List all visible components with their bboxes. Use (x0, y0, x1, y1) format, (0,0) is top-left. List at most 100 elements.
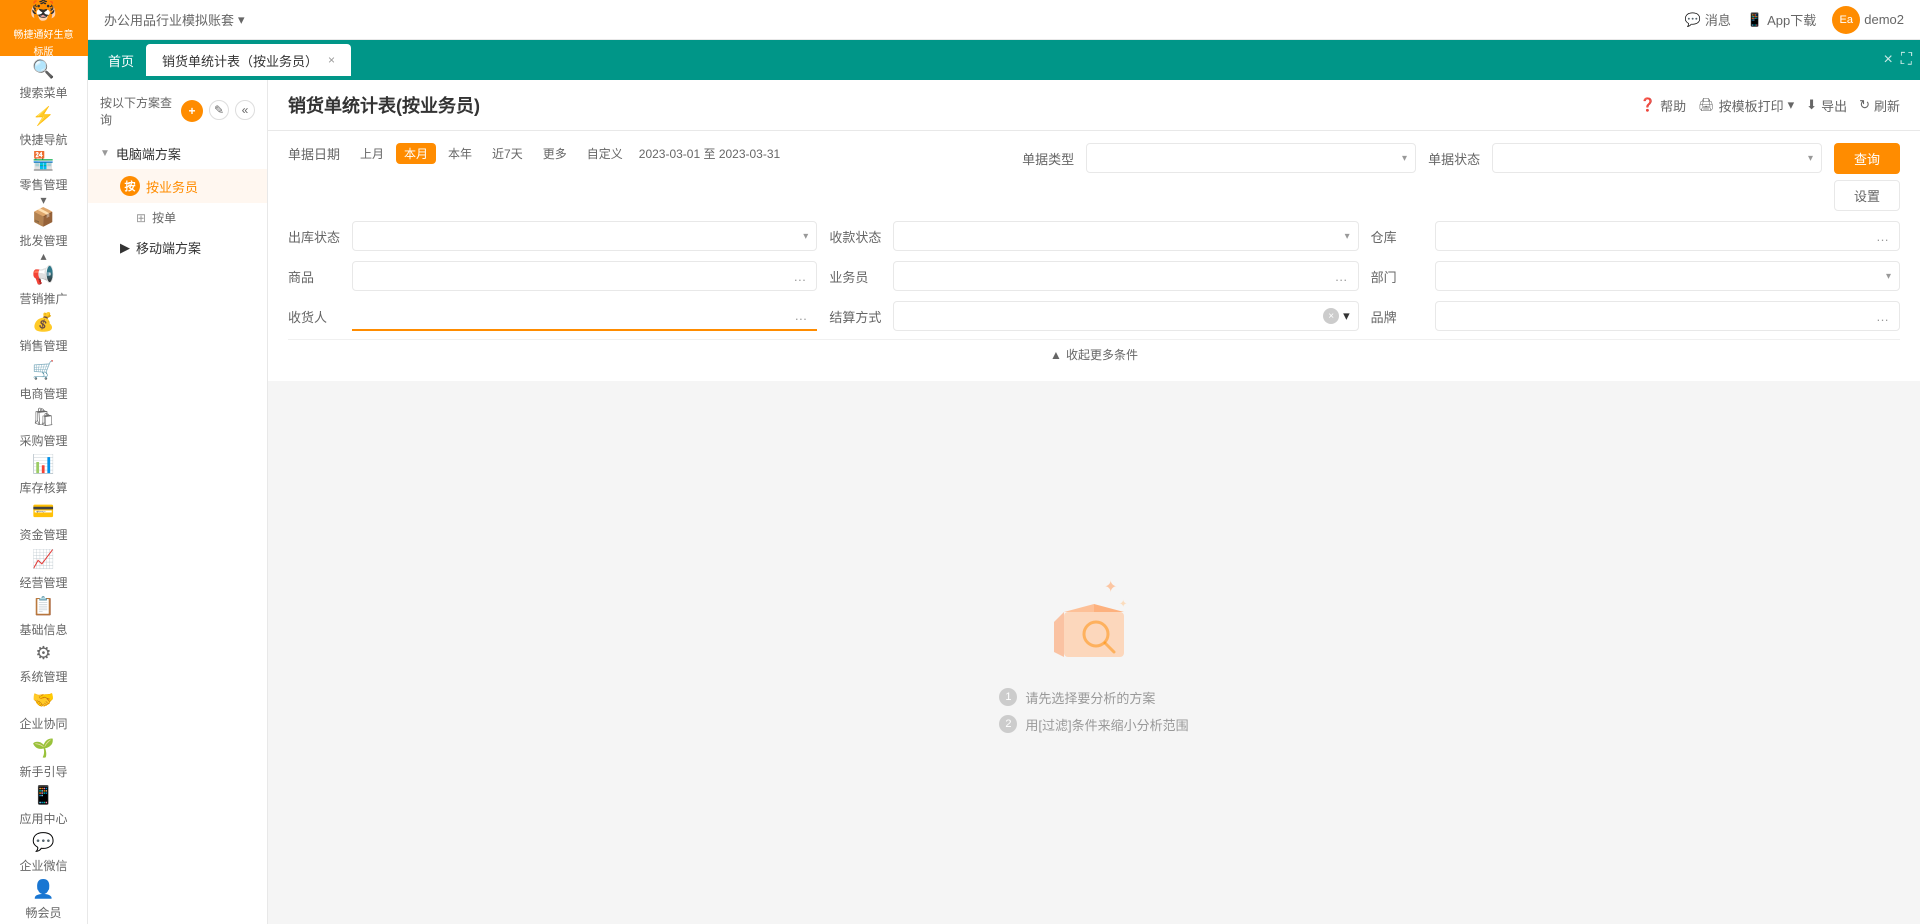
set-btn[interactable]: 设置 (1834, 180, 1900, 211)
app-download-btn[interactable]: 📱 App下载 (1747, 10, 1816, 29)
tab-bar: 首页 销货单统计表（按业务员） × × ⛶ (88, 40, 1920, 80)
sidebar-item-label: 电商管理 (19, 385, 67, 402)
sidebar-item-system[interactable]: ⚙ 系统管理 (0, 641, 88, 688)
left-panel-title: 按以下方案查询 (100, 94, 181, 128)
member-icon: 👤 (32, 879, 54, 900)
user-area[interactable]: Ea demo2 (1832, 6, 1904, 34)
custom-btn[interactable]: 自定义 (579, 143, 631, 164)
doc-type-select[interactable]: ▾ (1086, 143, 1416, 173)
sidebar-item-label: 基础信息 (19, 621, 67, 638)
svg-text:✦: ✦ (1119, 599, 1127, 610)
sidebar-item-newbie[interactable]: 🌱 新手引导 (0, 735, 88, 782)
this-month-btn[interactable]: 本月 (396, 143, 436, 164)
marketing-icon: 📢 (32, 265, 54, 286)
edit-scheme-btn[interactable]: ✎ (209, 100, 229, 120)
sidebar-item-label: 采购管理 (19, 432, 67, 449)
last-month-btn[interactable]: 上月 (352, 143, 392, 164)
page-title-row: 销货单统计表(按业务员) ❓ 帮助 🖨 按模板打印 ▾ ⬇ (288, 92, 1900, 118)
breadcrumb-area: 办公用品行业模拟账套 ▾ (104, 10, 245, 29)
sidebar-item-wholesale[interactable]: 📦 批发管理 ▴ (0, 207, 88, 263)
mobile-scheme-group[interactable]: ▶ 移动端方案 (88, 232, 267, 263)
tab-close-btn[interactable]: × (328, 53, 335, 67)
print-btn[interactable]: 🖨 按模板打印 ▾ (1698, 96, 1794, 115)
product-label: 商品 (288, 267, 344, 286)
sidebar-item-marketing[interactable]: 📢 营销推广 (0, 263, 88, 310)
receiver-label: 收货人 (288, 307, 344, 326)
settlement-clear-btn[interactable]: × (1323, 308, 1339, 324)
salesperson-scheme-item[interactable]: 按 按业务员 (88, 169, 267, 203)
sidebar-item-wechat[interactable]: 💬 企业微信 (0, 830, 88, 877)
refresh-btn[interactable]: ↻ 刷新 (1859, 96, 1900, 115)
breadcrumb-text: 办公用品行业模拟账套 (104, 10, 234, 29)
add-scheme-btn[interactable]: + (181, 100, 203, 122)
last7-btn[interactable]: 近7天 (484, 143, 531, 164)
payment-status-select[interactable]: ▾ (893, 221, 1358, 251)
active-tab-label: 销货单统计表（按业务员） (162, 51, 318, 70)
logo-icon: 🐯 (30, 0, 57, 24)
doc-status-select[interactable]: ▾ (1492, 143, 1822, 173)
print-arrow: ▾ (1788, 97, 1795, 113)
sidebar-item-basics[interactable]: 📋 基础信息 (0, 593, 88, 640)
left-panel-actions: + ✎ « (181, 100, 255, 122)
collapse-bar[interactable]: ▲ 收起更多条件 (288, 339, 1900, 369)
more-btn[interactable]: 更多 (535, 143, 575, 164)
payment-status-arrow: ▾ (1345, 231, 1350, 242)
empty-hints: 1 请先选择要分析的方案 2 用[过滤]条件来缩小分析范围 (999, 688, 1188, 734)
by-order-sub-item[interactable]: ⊞ 按单 (88, 203, 267, 232)
collapse-icon: ▲ (1050, 348, 1062, 362)
sidebar-item-label: 销售管理 (19, 337, 67, 354)
finance-icon: 💳 (32, 501, 54, 522)
this-year-btn[interactable]: 本年 (440, 143, 480, 164)
sidebar-item-search[interactable]: 🔍 搜索菜单 (0, 56, 88, 103)
salesperson-label: 业务员 (829, 267, 885, 286)
sidebar-item-business[interactable]: 📈 经营管理 (0, 546, 88, 593)
business-icon: 📈 (32, 549, 54, 570)
help-btn[interactable]: ❓ 帮助 (1640, 96, 1686, 115)
sidebar-item-apps[interactable]: 📱 应用中心 (0, 782, 88, 829)
sidebar-item-label: 批发管理 (19, 232, 67, 249)
brand-label: 品牌 (1371, 307, 1427, 326)
msg-btn[interactable]: 💬 消息 (1685, 10, 1731, 29)
sidebar-item-finance[interactable]: 💳 资金管理 (0, 499, 88, 546)
settlement-select[interactable]: × ▾ (893, 301, 1358, 331)
sidebar-item-purchase[interactable]: 🛍 采购管理 (0, 404, 88, 451)
main-content: ✦ ✦ 1 请先选择要分析的方案 2 (268, 381, 1920, 924)
fullscreen-btn[interactable]: ⛶ (1901, 51, 1912, 69)
sidebar-logo[interactable]: 🐯 畅捷通好生意 标版 (0, 0, 88, 56)
receiver-dots: … (794, 308, 809, 323)
sidebar-item-sales[interactable]: 💰 销售管理 (0, 310, 88, 357)
tab-active[interactable]: 销货单统计表（按业务员） × (146, 44, 351, 76)
empty-state: ✦ ✦ 1 请先选择要分析的方案 2 (999, 572, 1188, 734)
export-btn[interactable]: ⬇ 导出 (1806, 96, 1847, 115)
brand-select[interactable]: … (1435, 301, 1900, 331)
collapse-panel-btn[interactable]: « (235, 100, 255, 120)
sidebar-item-quick-nav[interactable]: ⚡ 快捷导航 (0, 103, 88, 150)
dept-select[interactable]: ▾ (1435, 261, 1900, 291)
msg-label: 消息 (1705, 10, 1731, 29)
sidebar-item-collab[interactable]: 🤝 企业协同 (0, 688, 88, 735)
empty-hint-2: 2 用[过滤]条件来缩小分析范围 (999, 715, 1188, 734)
product-dots: … (793, 269, 808, 284)
salesperson-dots: … (1335, 269, 1350, 284)
breadcrumb-dropdown[interactable]: 办公用品行业模拟账套 ▾ (104, 10, 245, 29)
salesperson-select[interactable]: … (893, 261, 1358, 291)
tab-home[interactable]: 首页 (96, 51, 146, 70)
salesperson-icon: 按 (120, 176, 140, 196)
date-label: 单据日期 (288, 144, 344, 163)
pc-scheme-header[interactable]: ▼ 电脑端方案 (88, 138, 267, 169)
query-btn[interactable]: 查询 (1834, 143, 1900, 174)
sidebar-item-label: 新手引导 (19, 763, 67, 780)
sidebar-item-ecommerce[interactable]: 🛒 电商管理 (0, 357, 88, 404)
inventory-icon: 📊 (32, 454, 54, 475)
receiver-select[interactable]: … (352, 301, 817, 331)
product-select[interactable]: … (352, 261, 817, 291)
close-window-btn[interactable]: × (1883, 51, 1892, 69)
sub-item-icon: ⊞ (136, 211, 146, 225)
sidebar-item-member[interactable]: 👤 畅会员 (0, 877, 88, 924)
user-name: demo2 (1864, 12, 1904, 27)
sidebar-item-inventory[interactable]: 📊 库存核算 (0, 452, 88, 499)
ship-status-select[interactable]: ▾ (352, 221, 817, 251)
warehouse-select[interactable]: … (1435, 221, 1900, 251)
sidebar-item-retail[interactable]: 🏪 零售管理 ▾ (0, 151, 88, 207)
basics-icon: 📋 (32, 596, 54, 617)
